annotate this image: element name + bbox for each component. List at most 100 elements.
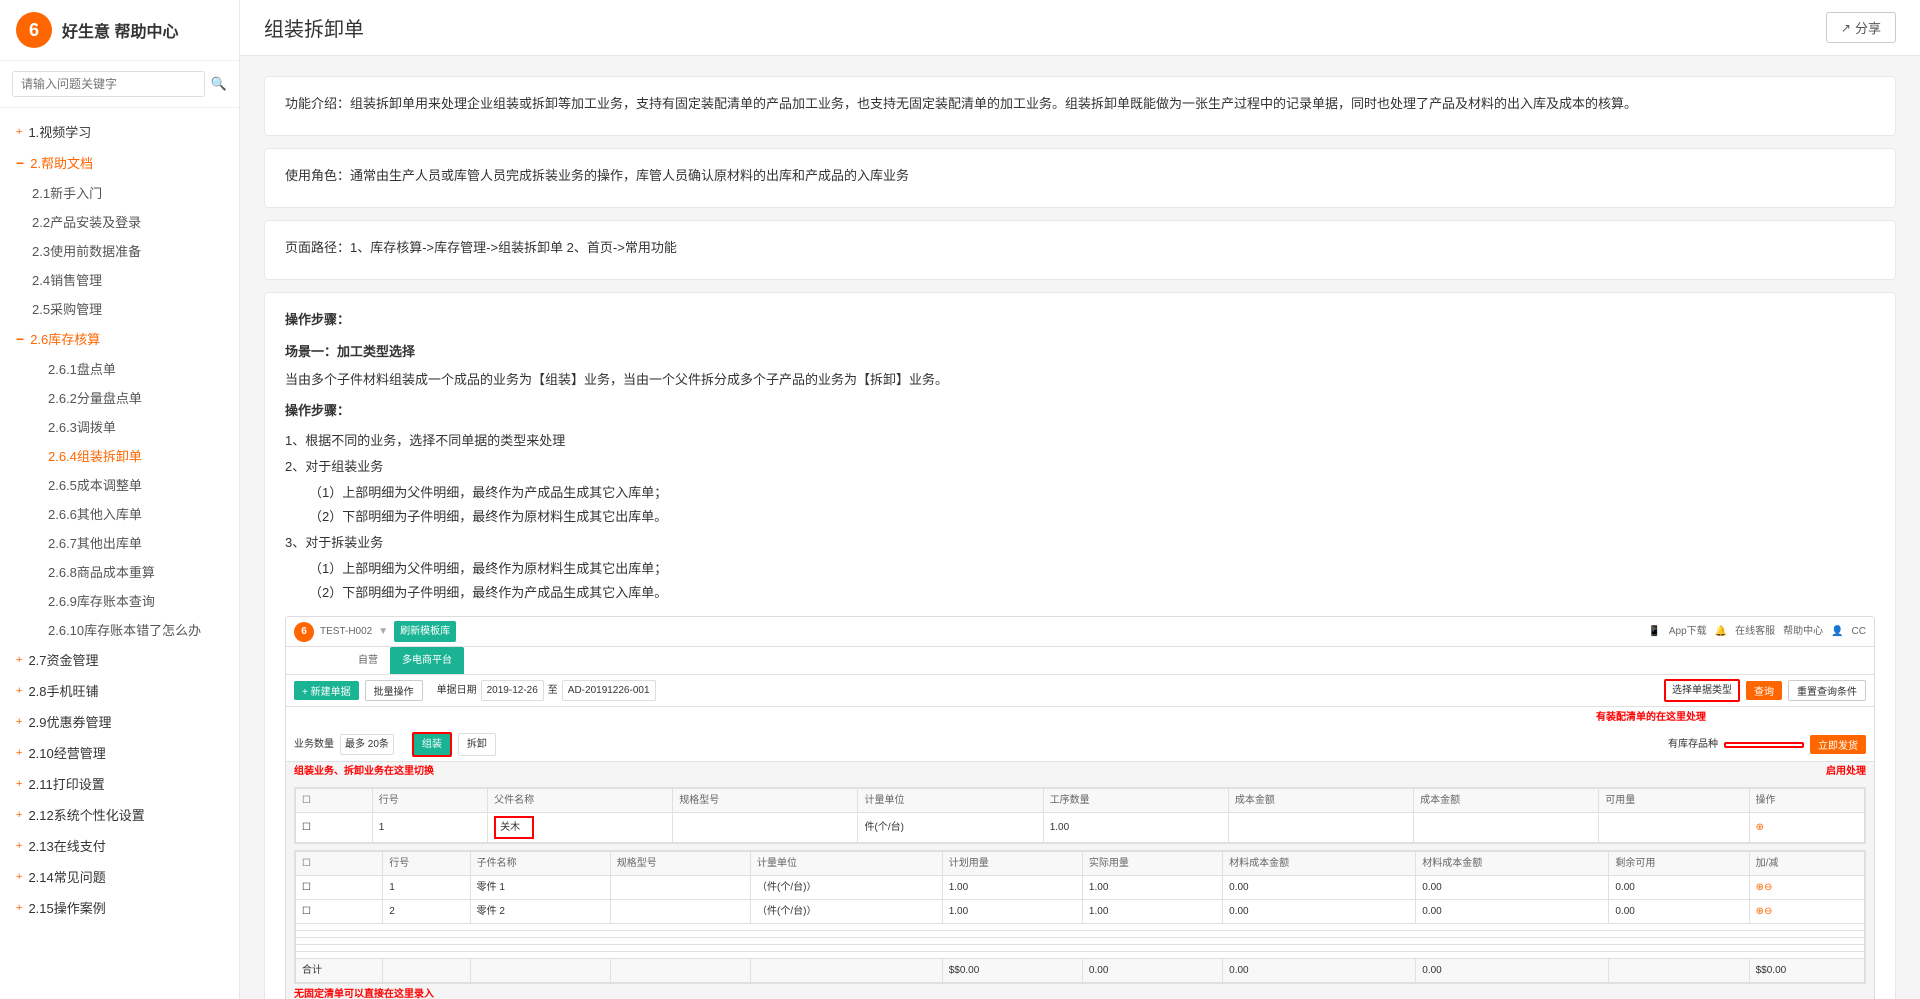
mock-c-op-icon-2[interactable]: ⊕⊖ bbox=[1756, 906, 1773, 917]
mock-icon-2: App下载 bbox=[1669, 623, 1707, 640]
mock-new-btn[interactable]: + 新建单据 bbox=[294, 681, 359, 700]
mock-biz-count: 最多 20条 bbox=[340, 734, 394, 755]
mock-c2-op: ⊕⊖ bbox=[1749, 900, 1864, 924]
sidebar-item-2[interactable]: − 2.帮助文档 bbox=[0, 147, 239, 178]
nav-label-2-9: 2.9优惠券管理 bbox=[28, 712, 111, 731]
mock-logo: 6 bbox=[294, 622, 314, 642]
mock-op-icon-1[interactable]: ⊕ bbox=[1756, 822, 1764, 833]
mock-cell-avail1 bbox=[1599, 813, 1749, 843]
sidebar-item-2-11[interactable]: + 2.11打印设置 bbox=[0, 768, 239, 799]
mock-cell-cnt1: 1.00 bbox=[1043, 813, 1228, 843]
sidebar-item-2-7[interactable]: + 2.7资金管理 bbox=[0, 644, 239, 675]
sidebar-item-2-9[interactable]: + 2.9优惠券管理 bbox=[0, 706, 239, 737]
nav-label-1: 1.视频学习 bbox=[28, 122, 91, 141]
annotation-2: 组装业务、拆卸业务在这里切换 bbox=[294, 763, 434, 780]
mock-c2-goods: 零件 2 bbox=[470, 900, 610, 924]
sidebar-item-2-6-2[interactable]: 2.6.2分量盘点单 bbox=[0, 383, 239, 412]
step-3-sub1: （1）上部明细为父件明细，最终作为原材料生成其它出库单； bbox=[285, 558, 1875, 580]
mock-th-spec: 规格型号 bbox=[673, 789, 858, 813]
mock-annotation-row3: 无固定清单可以直接在这里录入 bbox=[294, 984, 1866, 999]
mock-c-op-icon-1[interactable]: ⊕⊖ bbox=[1756, 882, 1773, 893]
mock-actions-btn[interactable]: 批量操作 bbox=[365, 680, 423, 701]
sidebar-item-1[interactable]: + 1.视频学习 bbox=[0, 116, 239, 147]
mock-c2-unit: （件(个/台)） bbox=[751, 900, 943, 924]
mock-th2-row: 行号 bbox=[383, 852, 470, 876]
mock-f-cost2: 0.00 bbox=[1416, 959, 1609, 983]
mock-cell-check: ☐ bbox=[296, 813, 373, 843]
mock-app-right: 📱 App下载 🔔 在线客服 帮助中心 👤 CC bbox=[1648, 623, 1866, 640]
screenshot-container: 6 TEST-H002 ▼ 刷新模板库 📱 App下载 🔔 在线客服 帮助中心 bbox=[285, 616, 1875, 999]
mock-th2-check: ☐ bbox=[296, 852, 383, 876]
mock-c1-remain: 0.00 bbox=[1609, 876, 1749, 900]
sidebar-item-2-6-9[interactable]: 2.6.9库存账本查询 bbox=[0, 586, 239, 615]
mock-th-qty: 计量单位 bbox=[858, 789, 1043, 813]
sidebar-item-2-14[interactable]: + 2.14常见问题 bbox=[0, 861, 239, 892]
nav-label-2-11: 2.11打印设置 bbox=[28, 774, 104, 793]
share-button[interactable]: ↗ 分享 bbox=[1826, 12, 1896, 43]
mock-nav-tabs: 自营 多电商平台 bbox=[286, 647, 1874, 675]
sidebar-item-2-6-1[interactable]: 2.6.1盘点单 bbox=[0, 354, 239, 383]
content-area: 功能介绍：组装拆卸单用来处理企业组装或拆卸等加工业务，支持有固定装配清单的产品加… bbox=[240, 56, 1920, 999]
expand-icon-2-9: + bbox=[16, 716, 22, 728]
sidebar-item-2-6-6[interactable]: 2.6.6其他入库单 bbox=[0, 499, 239, 528]
sidebar: 6 好生意 帮助中心 🔍 + 1.视频学习 − 2.帮助文档 2.1新手入门 2… bbox=[0, 0, 240, 999]
mock-c2-check: ☐ bbox=[296, 900, 383, 924]
sidebar-item-2-15[interactable]: + 2.15操作案例 bbox=[0, 892, 239, 923]
sidebar-item-2-12[interactable]: + 2.12系统个性化设置 bbox=[0, 799, 239, 830]
search-icon[interactable]: 🔍 bbox=[211, 76, 227, 92]
expand-icon-2-6: − bbox=[16, 331, 24, 347]
sidebar-item-2-6-10[interactable]: 2.6.10库存账本错了怎么办 bbox=[0, 615, 239, 644]
expand-icon-2-12: + bbox=[16, 809, 22, 821]
mock-zzgroupbtn[interactable]: 组装 bbox=[412, 732, 452, 757]
mock-th-op: 操作 bbox=[1749, 789, 1864, 813]
mock-c2-plan: 1.00 bbox=[942, 900, 1082, 924]
sidebar-item-2-6-4[interactable]: 2.6.4组装拆卸单 bbox=[0, 441, 239, 470]
sidebar-item-2-13[interactable]: + 2.13在线支付 bbox=[0, 830, 239, 861]
sidebar-item-2-4[interactable]: 2.4销售管理 bbox=[0, 265, 239, 294]
mock-date-to[interactable]: AD-20191226-001 bbox=[562, 680, 656, 701]
search-box: 🔍 bbox=[0, 61, 239, 108]
sidebar-item-2-6-8[interactable]: 2.6.8商品成本重算 bbox=[0, 557, 239, 586]
mock-icon-5: 帮助中心 bbox=[1783, 623, 1823, 640]
mock-order-type-selector[interactable]: 选择单据类型 bbox=[1664, 679, 1740, 702]
mock-qyrep-input[interactable] bbox=[1724, 742, 1804, 748]
sidebar-item-2-1[interactable]: 2.1新手入门 bbox=[0, 178, 239, 207]
intro-card: 功能介绍：组装拆卸单用来处理企业组装或拆卸等加工业务，支持有固定装配清单的产品加… bbox=[264, 76, 1896, 136]
mock-th-count: 工序数量 bbox=[1043, 789, 1228, 813]
mock-reset-btn[interactable]: 重置查询条件 bbox=[1788, 680, 1866, 701]
mock-dropdown-icon: ▼ bbox=[378, 623, 388, 640]
search-input[interactable] bbox=[12, 71, 205, 97]
scene1-desc: 当由多个子件材料组装成一个成品的业务为【组装】业务，当由一个父件拆分成多个子产品… bbox=[285, 369, 1875, 391]
mock-search-btn[interactable]: 查询 bbox=[1746, 681, 1782, 700]
nav-label-2-6: 2.6库存核算 bbox=[30, 329, 100, 348]
mock-store-name: TEST-H002 bbox=[320, 623, 372, 640]
mock-username: CC bbox=[1852, 623, 1866, 640]
sidebar-item-2-5[interactable]: 2.5采购管理 bbox=[0, 294, 239, 323]
mock-th2-plan: 计划用量 bbox=[942, 852, 1082, 876]
sidebar-item-2-6[interactable]: − 2.6库存核算 bbox=[0, 323, 239, 354]
mock-c1-cost2: 0.00 bbox=[1416, 876, 1609, 900]
sidebar-item-2-3[interactable]: 2.3使用前数据准备 bbox=[0, 236, 239, 265]
mock-goods-input[interactable]: 关木 bbox=[494, 816, 534, 839]
expand-icon-2-8: + bbox=[16, 685, 22, 697]
mock-f-op: $$0.00 bbox=[1749, 959, 1864, 983]
mock-date-from[interactable]: 2019-12-26 bbox=[481, 680, 544, 701]
mock-c2-cost2: 0.00 bbox=[1416, 900, 1609, 924]
page-title: 组装拆卸单 bbox=[264, 13, 364, 42]
mock-th2-cost1: 材料成本金额 bbox=[1223, 852, 1416, 876]
mock-apply-btn[interactable]: 立即发货 bbox=[1810, 735, 1866, 754]
sidebar-item-2-6-7[interactable]: 2.6.7其他出库单 bbox=[0, 528, 239, 557]
expand-icon-2-13: + bbox=[16, 840, 22, 852]
mock-child-row-1: ☐ 1 零件 1 （件(个/台)） 1.00 1.00 0.00 bbox=[296, 876, 1865, 900]
sidebar-item-2-6-5[interactable]: 2.6.5成本调整单 bbox=[0, 470, 239, 499]
annotation-3: 启用处理 bbox=[1826, 763, 1866, 780]
mock-th2-remain: 剩余可用 bbox=[1609, 852, 1749, 876]
sidebar-item-2-2[interactable]: 2.2产品安装及登录 bbox=[0, 207, 239, 236]
sidebar-item-2-8[interactable]: + 2.8手机旺铺 bbox=[0, 675, 239, 706]
mock-cfbtn[interactable]: 拆卸 bbox=[458, 733, 496, 756]
sidebar-item-2-6-3[interactable]: 2.6.3调拨单 bbox=[0, 412, 239, 441]
sidebar-item-2-10[interactable]: + 2.10经营管理 bbox=[0, 737, 239, 768]
mock-c1-cost1: 0.00 bbox=[1223, 876, 1416, 900]
logo-icon: 6 bbox=[16, 12, 52, 48]
step-3-sub2: （2）下部明细为子件明细，最终作为产成品生成其它入库单。 bbox=[285, 582, 1875, 604]
